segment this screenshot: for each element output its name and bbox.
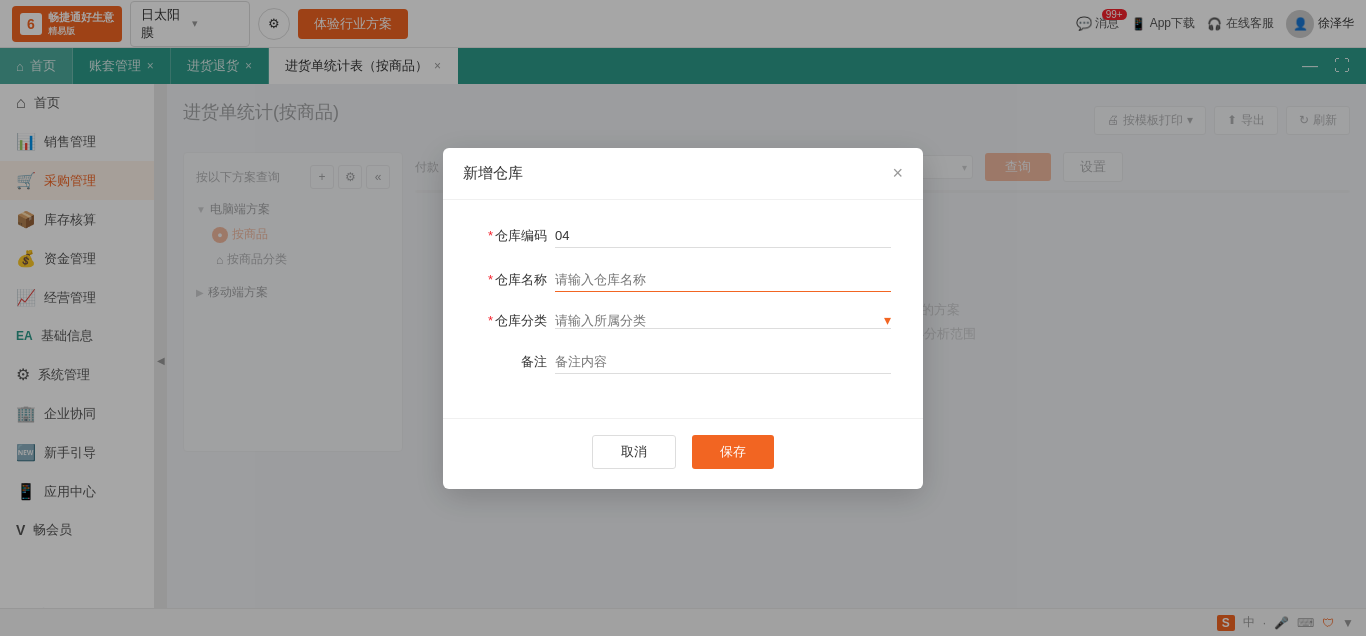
category-dropdown-icon: ▾ bbox=[884, 312, 891, 328]
remark-row: 备注 bbox=[475, 350, 891, 374]
remark-label: 备注 bbox=[475, 353, 555, 371]
warehouse-code-row: 仓库编码 bbox=[475, 224, 891, 248]
warehouse-name-row: 仓库名称 bbox=[475, 268, 891, 292]
warehouse-code-label: 仓库编码 bbox=[475, 227, 555, 245]
warehouse-name-label: 仓库名称 bbox=[475, 271, 555, 289]
modal-close-button[interactable]: × bbox=[892, 164, 903, 182]
warehouse-category-label: 仓库分类 bbox=[475, 312, 555, 330]
modal-body: 仓库编码 仓库名称 仓库分类 ▾ 备注 bbox=[443, 200, 923, 418]
modal-footer: 取消 保存 bbox=[443, 418, 923, 489]
warehouse-category-row: 仓库分类 ▾ bbox=[475, 312, 891, 330]
warehouse-name-input[interactable] bbox=[555, 268, 891, 292]
warehouse-code-input[interactable] bbox=[555, 224, 891, 248]
remark-input[interactable] bbox=[555, 350, 891, 374]
warehouse-category-input[interactable] bbox=[555, 313, 884, 328]
modal-header: 新增仓库 × bbox=[443, 148, 923, 200]
save-button[interactable]: 保存 bbox=[692, 435, 774, 469]
add-warehouse-modal: 新增仓库 × 仓库编码 仓库名称 仓库分类 ▾ bbox=[443, 148, 923, 489]
modal-backdrop: 新增仓库 × 仓库编码 仓库名称 仓库分类 ▾ bbox=[0, 0, 1366, 636]
cancel-button[interactable]: 取消 bbox=[592, 435, 676, 469]
modal-title: 新增仓库 bbox=[463, 164, 523, 183]
warehouse-category-select-wrap[interactable]: ▾ bbox=[555, 312, 891, 329]
